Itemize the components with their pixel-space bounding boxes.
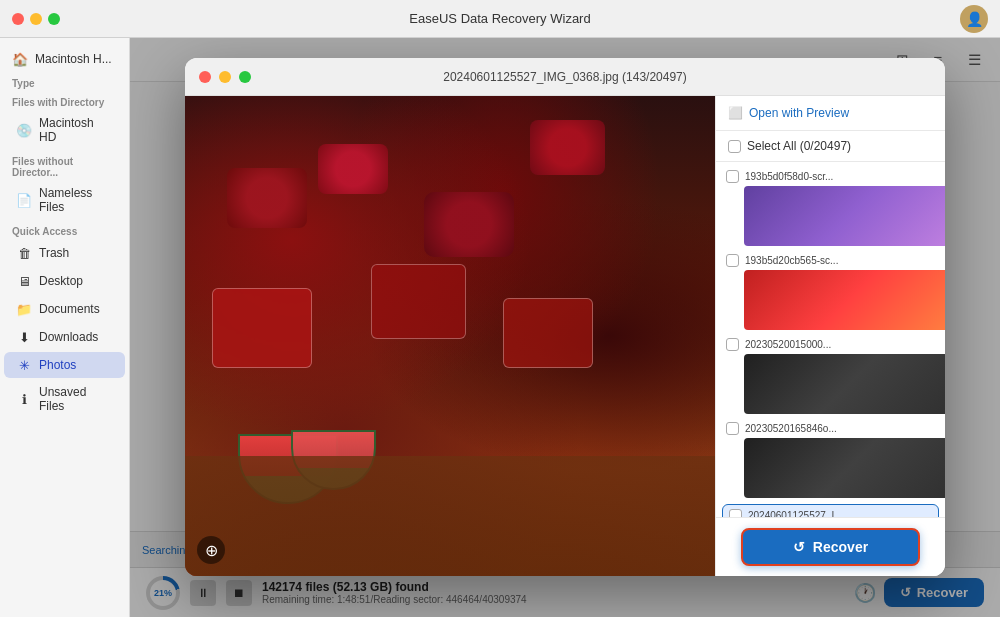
recover-button[interactable]: ↺ Recover [741,528,920,566]
right-panel-header: ⬜ Open with Preview [716,96,945,131]
window-controls [12,13,60,25]
file-checkbox[interactable] [726,422,739,435]
file-checkbox[interactable] [726,338,739,351]
open-preview-label: Open with Preview [749,106,849,120]
file-list: 193b5d0f58d0-scr... 193b5d20cb565-sc... [716,162,945,517]
file-item-row: 193b5d20cb565-sc... [726,254,935,267]
file-thumbnail [744,354,945,414]
file-name: 193b5d20cb565-sc... [745,255,838,266]
file-checkbox[interactable] [726,254,739,267]
sidebar: 🏠 Macintosh H... Type Files with Directo… [0,38,130,617]
list-item[interactable]: 193b5d0f58d0-scr... [716,166,945,250]
modal-close-dot[interactable] [199,71,211,83]
sidebar-label-trash: Trash [39,246,69,260]
modal-titlebar: 20240601125527_IMG_0368.jpg (143/20497) [185,58,945,96]
sidebar-item-trash[interactable]: 🗑 Trash [4,240,125,266]
right-panel-controls: Select All (0/20497) [716,131,945,162]
file-name: 20230520165846o... [745,423,837,434]
file-name: 20240601125527_I... [748,510,843,517]
sidebar-item-downloads[interactable]: ⬇ Downloads [4,324,125,350]
section-quick-access-label: Quick Access [0,220,129,239]
sidebar-item-macintosh-hd[interactable]: 💿 Macintosh HD [4,111,125,149]
preview-image [185,96,715,576]
sidebar-label-desktop: Desktop [39,274,83,288]
section-files-without-dir-label: Files without Director... [0,150,129,180]
file-item-row: 20240601125527_I... [729,509,932,517]
file-checkbox[interactable] [726,170,739,183]
select-all-checkbox[interactable] [728,140,741,153]
file-name: 193b5d0f58d0-scr... [745,171,833,182]
sidebar-label-nameless: Nameless Files [39,186,113,214]
modal-overlay: 20240601125527_IMG_0368.jpg (143/20497) [130,38,1000,617]
file-item-row: 193b5d0f58d0-scr... [726,170,935,183]
recover-icon: ↺ [793,539,805,555]
sidebar-label-macintosh-hd: Macintosh HD [39,116,113,144]
nameless-icon: 📄 [16,192,32,208]
drive-icon: 💿 [16,122,32,138]
preview-modal: 20240601125527_IMG_0368.jpg (143/20497) [185,58,945,576]
modal-footer: ↺ Recover [716,517,945,576]
section-type-label: Type [0,72,129,91]
list-item[interactable]: 20230520015000... [716,334,945,418]
right-panel: ⬜ Open with Preview Select All (0/20497) [715,96,945,576]
minimize-button[interactable] [30,13,42,25]
documents-icon: 📁 [16,301,32,317]
photos-icon: ✳ [16,357,32,373]
sidebar-home[interactable]: 🏠 Macintosh H... [0,46,129,72]
user-avatar: 👤 [960,5,988,33]
file-item-row: 20230520165846o... [726,422,935,435]
file-checkbox[interactable] [729,509,742,517]
sidebar-label-documents: Documents [39,302,100,316]
sidebar-item-documents[interactable]: 📁 Documents [4,296,125,322]
file-thumbnail [744,186,945,246]
close-button[interactable] [12,13,24,25]
list-item[interactable]: 20230520165846o... [716,418,945,502]
downloads-icon: ⬇ [16,329,32,345]
list-item[interactable]: 20240601125527_I... [722,504,939,517]
modal-maximize-dot[interactable] [239,71,251,83]
modal-minimize-dot[interactable] [219,71,231,83]
sidebar-drive-label: Macintosh H... [35,52,112,66]
section-files-with-dir-label: Files with Directory [0,91,129,110]
sidebar-item-desktop[interactable]: 🖥 Desktop [4,268,125,294]
app-title: EaseUS Data Recovery Wizard [409,11,590,26]
file-item-row: 20230520015000... [726,338,935,351]
file-thumbnail [744,270,945,330]
sidebar-label-photos: Photos [39,358,76,372]
preview-box-icon: ⬜ [728,106,743,120]
select-all-label: Select All (0/20497) [747,139,851,153]
content-area: ⊞ ≡ ☰ Searching:...\Firmware\018-66258-0… [130,38,1000,617]
image-preview-area: ⊕ [185,96,715,576]
file-name: 20230520015000... [745,339,831,350]
select-all-row: Select All (0/20497) [728,139,933,153]
sidebar-label-unsaved: Unsaved Files [39,385,113,413]
home-icon: 🏠 [12,51,28,67]
modal-body: ⊕ ⬜ Open with Preview [185,96,945,576]
app-titlebar: EaseUS Data Recovery Wizard 👤 [0,0,1000,38]
trash-icon: 🗑 [16,245,32,261]
file-thumbnail [744,438,945,498]
sidebar-item-unsaved-files[interactable]: ℹ Unsaved Files [4,380,125,418]
sidebar-label-downloads: Downloads [39,330,98,344]
recover-label: Recover [813,539,868,555]
zoom-button[interactable]: ⊕ [197,536,225,564]
open-with-preview-button[interactable]: ⬜ Open with Preview [728,106,849,120]
maximize-button[interactable] [48,13,60,25]
modal-title: 20240601125527_IMG_0368.jpg (143/20497) [443,70,687,84]
sidebar-item-nameless-files[interactable]: 📄 Nameless Files [4,181,125,219]
sidebar-item-photos[interactable]: ✳ Photos [4,352,125,378]
desktop-icon: 🖥 [16,273,32,289]
main-layout: 🏠 Macintosh H... Type Files with Directo… [0,38,1000,617]
list-item[interactable]: 193b5d20cb565-sc... [716,250,945,334]
unsaved-icon: ℹ [16,391,32,407]
